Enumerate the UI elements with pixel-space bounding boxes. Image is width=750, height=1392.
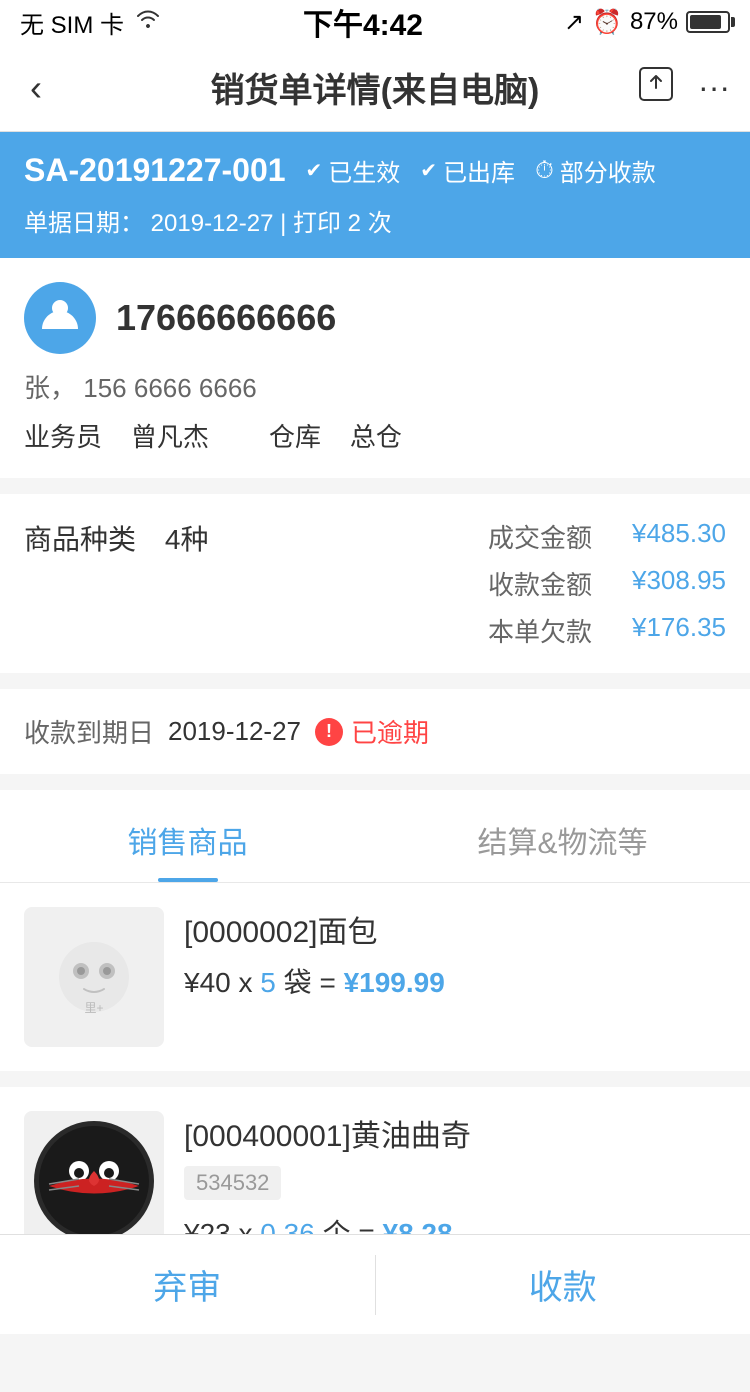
tab-sales-products-label: 销售商品 xyxy=(128,827,248,860)
price-unit-bread: ¥40 xyxy=(184,967,231,998)
salesman-label: 业务员 xyxy=(24,422,102,452)
product-name-cookie: [000400001]黄油曲奇 xyxy=(184,1111,726,1155)
debt-amount-row: 本单欠款 ¥176.35 xyxy=(488,612,726,649)
warehouse-value: 总仓 xyxy=(350,422,402,452)
reject-button[interactable]: 弃审 xyxy=(0,1235,375,1334)
collected-label: 收款金额 xyxy=(488,565,592,602)
customer-meta: 业务员 曾凡杰 仓库 总仓 xyxy=(24,417,726,454)
bottom-bar: 弃审 收款 xyxy=(0,1234,750,1334)
product-image-bread: 里+ xyxy=(24,907,164,1047)
customer-name-text: 张， xyxy=(24,373,76,403)
qty-bread: 5 xyxy=(260,967,276,998)
nav-bar: ‹ 销货单详情(来自电脑) ··· xyxy=(0,44,750,132)
avatar xyxy=(24,282,96,354)
order-id: SA-20191227-001 xyxy=(24,152,286,189)
overdue-icon: ! xyxy=(315,718,343,746)
order-date: 2019-12-27 xyxy=(151,210,274,237)
alarm-icon: ⏰ xyxy=(592,8,622,37)
user-icon xyxy=(38,291,82,345)
status-shipped-text: 已出库 xyxy=(443,153,515,188)
status-effective-text: 已生效 xyxy=(328,153,400,188)
customer-name-phone: 张， 156 6666 6666 xyxy=(24,368,726,405)
product-info-cookie: [000400001]黄油曲奇 534532 ¥23 x 0.36 个 = ¥8… xyxy=(184,1111,726,1252)
battery-icon xyxy=(686,11,730,33)
wifi-icon xyxy=(134,8,162,37)
total-bread: ¥199.99 xyxy=(344,967,445,998)
debt-label: 本单欠款 xyxy=(488,612,592,649)
location-icon: ↗ xyxy=(564,8,584,37)
carrier-text: 无 SIM 卡 xyxy=(20,5,124,40)
product-price-bread: ¥40 x 5 袋 = ¥199.99 xyxy=(184,961,726,1001)
nav-actions: ··· xyxy=(638,66,730,110)
bread-image-placeholder: 里+ xyxy=(44,927,144,1027)
overdue-badge: ! 已逾期 xyxy=(315,713,429,750)
status-bar: 无 SIM 卡 下午4:42 ↗ ⏰ 87% xyxy=(0,0,750,44)
order-date-info: 单据日期： 2019-12-27 | 打印 2 次 xyxy=(24,203,726,238)
status-partial: ⏱ 部分收款 xyxy=(535,153,656,188)
svg-text:里+: 里+ xyxy=(84,1001,103,1015)
deal-amount-row: 成交金额 ¥485.30 xyxy=(488,518,726,555)
debt-value: ¥176.35 xyxy=(632,612,726,649)
product-name-bread: [0000002]面包 xyxy=(184,907,726,951)
deal-value: ¥485.30 xyxy=(632,518,726,555)
check-icon-2: ✔ xyxy=(420,158,437,183)
overdue-text: 已逾期 xyxy=(351,713,429,750)
clock-icon: ⏱ xyxy=(535,157,554,185)
warehouse-row: 仓库 总仓 xyxy=(269,417,402,454)
product-item: 里+ [0000002]面包 ¥40 x 5 袋 = ¥199.99 xyxy=(0,883,750,1071)
check-icon: ✔ xyxy=(306,158,323,183)
battery-text: 87% xyxy=(630,8,678,36)
time-text: 下午4:42 xyxy=(303,0,423,44)
unit-bread: 袋 xyxy=(284,967,312,998)
date-label: 单据日期： xyxy=(24,210,144,237)
deal-label: 成交金额 xyxy=(488,518,592,555)
customer-phone2: 156 6666 6666 xyxy=(83,373,257,403)
customer-phone: 17666666666 xyxy=(116,297,336,339)
category-info: 商品种类 4种 xyxy=(24,518,209,558)
print-info: | 打印 2 次 xyxy=(280,210,392,237)
tab-settlement-label: 结算&物流等 xyxy=(477,827,647,860)
tabs-section: 销售商品 结算&物流等 xyxy=(0,790,750,883)
amount-info: 成交金额 ¥485.30 收款金额 ¥308.95 本单欠款 ¥176.35 xyxy=(488,518,726,649)
status-bar-left: 无 SIM 卡 xyxy=(20,5,162,40)
tab-settlement[interactable]: 结算&物流等 xyxy=(375,790,750,882)
warehouse-label: 仓库 xyxy=(269,422,321,452)
product-image-cookie xyxy=(24,1111,164,1251)
product-info-bread: [0000002]面包 ¥40 x 5 袋 = ¥199.99 xyxy=(184,907,726,1001)
status-effective: ✔ 已生效 xyxy=(306,153,401,188)
status-shipped: ✔ 已出库 xyxy=(420,153,515,188)
due-date-section: 收款到期日 2019-12-27 ! 已逾期 xyxy=(0,689,750,774)
stats-section: 商品种类 4种 成交金额 ¥485.30 收款金额 ¥308.95 本单欠款 ¥… xyxy=(0,494,750,673)
back-button[interactable]: ‹ xyxy=(20,57,52,119)
status-partial-text: 部分收款 xyxy=(560,153,656,188)
more-button[interactable]: ··· xyxy=(698,69,730,106)
share-button[interactable] xyxy=(638,66,674,110)
category-count: 4种 xyxy=(165,524,209,555)
page-title: 销货单详情(来自电脑) xyxy=(211,63,540,112)
collect-button[interactable]: 收款 xyxy=(376,1235,750,1334)
cookie-image xyxy=(29,1116,159,1246)
salesman-value: 曾凡杰 xyxy=(131,422,209,452)
category-label: 商品种类 xyxy=(24,524,136,555)
collected-amount-row: 收款金额 ¥308.95 xyxy=(488,565,726,602)
product-badge-cookie: 534532 xyxy=(184,1166,281,1200)
status-bar-right: ↗ ⏰ 87% xyxy=(564,8,730,37)
header-banner: SA-20191227-001 ✔ 已生效 ✔ 已出库 ⏱ 部分收款 单据日期：… xyxy=(0,132,750,258)
due-date-value: 2019-12-27 xyxy=(168,716,301,747)
customer-section: 17666666666 张， 156 6666 6666 业务员 曾凡杰 仓库 … xyxy=(0,258,750,478)
collected-value: ¥308.95 xyxy=(632,565,726,602)
tab-sales-products[interactable]: 销售商品 xyxy=(0,790,375,882)
salesman-row: 业务员 曾凡杰 xyxy=(24,417,209,454)
due-date-label: 收款到期日 xyxy=(24,713,154,750)
